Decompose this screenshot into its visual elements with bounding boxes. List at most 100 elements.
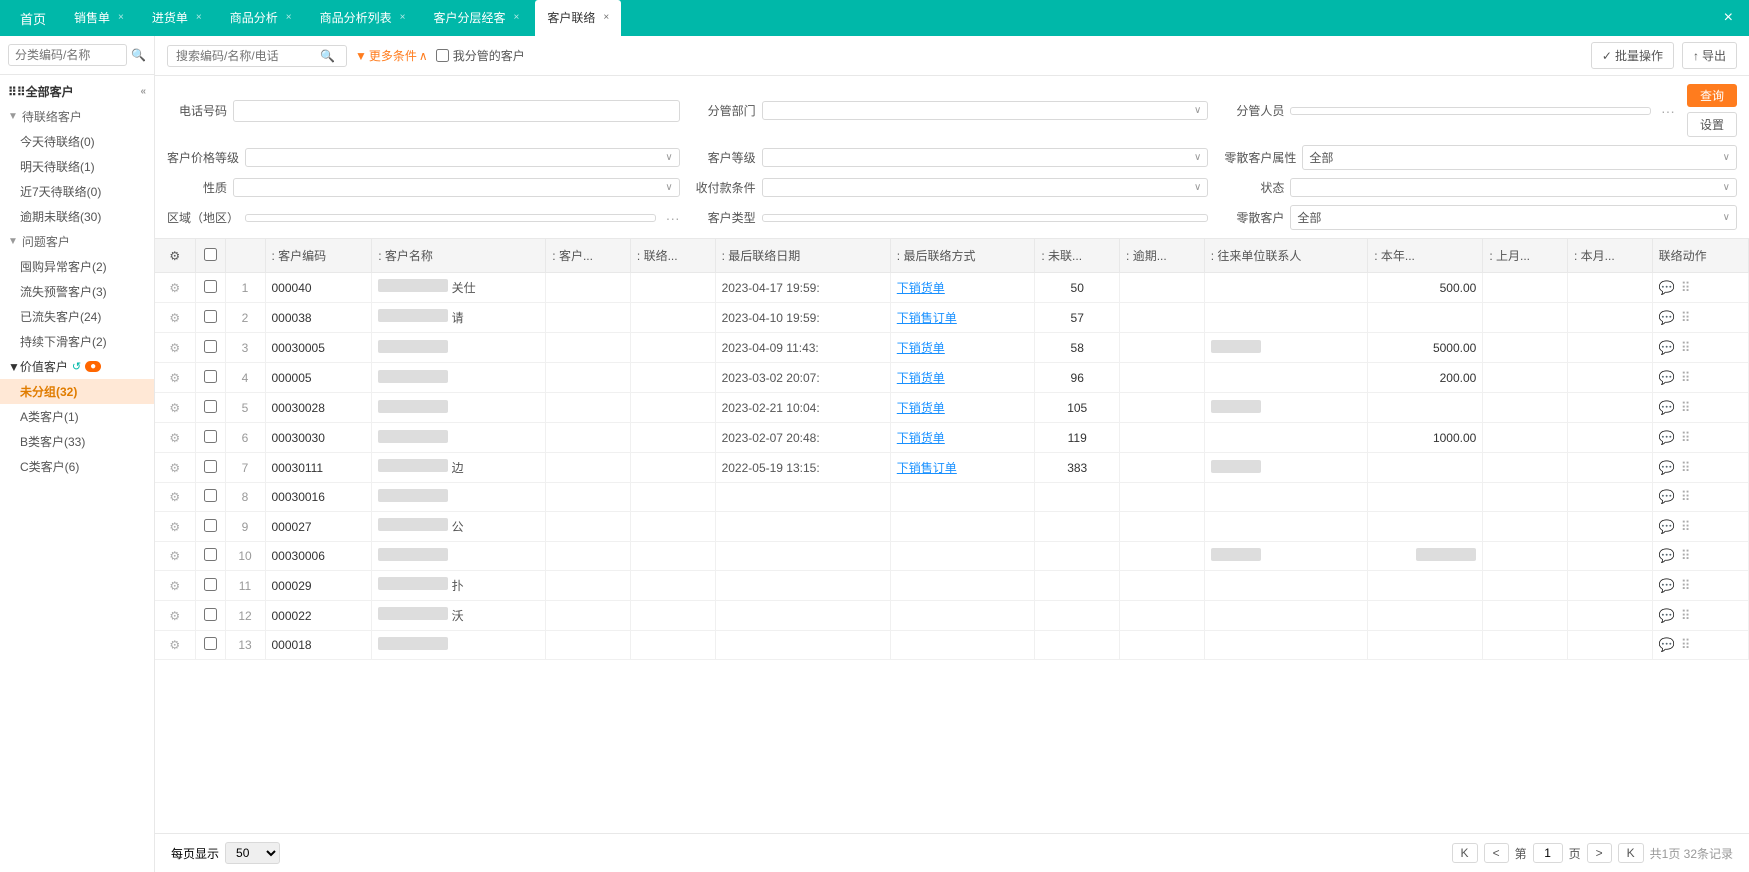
more-icon[interactable]: ⠿ xyxy=(1681,637,1691,653)
nav-home[interactable]: 首页 xyxy=(8,5,58,32)
row-checkbox[interactable] xyxy=(204,637,217,650)
check-cell[interactable] xyxy=(195,631,225,660)
nav-tab-analysis[interactable]: 商品分析 × xyxy=(218,0,304,36)
nav-tab-analysis-list[interactable]: 商品分析列表 × xyxy=(308,0,418,36)
payment-select[interactable]: ∨ xyxy=(762,178,1209,197)
gear-cell[interactable]: ⚙ xyxy=(155,453,195,483)
region-dots[interactable]: ··· xyxy=(666,210,680,226)
my-customers-check[interactable] xyxy=(436,49,449,62)
row-checkbox[interactable] xyxy=(204,519,217,532)
gear-cell[interactable]: ⚙ xyxy=(155,273,195,303)
all-customers-header[interactable]: ⠿ 全部客户 « xyxy=(0,75,154,104)
row-checkbox[interactable] xyxy=(204,340,217,353)
row-checkbox[interactable] xyxy=(204,578,217,591)
row-checkbox[interactable] xyxy=(204,548,217,561)
close-tab-customer-segment[interactable]: × xyxy=(513,4,519,32)
check-cell[interactable] xyxy=(195,333,225,363)
problem-group-header[interactable]: ▼ 问题客户 xyxy=(0,229,154,254)
main-search-input[interactable] xyxy=(176,49,316,63)
chat-icon[interactable]: 💬 xyxy=(1659,637,1675,653)
more-icon[interactable]: ⠿ xyxy=(1681,489,1691,505)
gender-select[interactable]: ∨ xyxy=(233,178,680,197)
col-type-header[interactable]: : 客户... xyxy=(546,239,631,273)
close-tab-purchase[interactable]: × xyxy=(196,4,202,32)
chat-icon[interactable]: 💬 xyxy=(1659,430,1675,446)
col-last-month-header[interactable]: : 上月... xyxy=(1483,239,1568,273)
col-contact-person-header[interactable]: : 往来单位联系人 xyxy=(1204,239,1368,273)
gear-cell[interactable]: ⚙ xyxy=(155,571,195,601)
col-name-header[interactable]: : 客户名称 xyxy=(372,239,546,273)
customer-type-select[interactable] xyxy=(762,214,1209,222)
check-cell[interactable] xyxy=(195,542,225,571)
sidebar-item-c-class[interactable]: C类客户(6) xyxy=(0,454,154,479)
more-conditions-btn[interactable]: ▼ 更多条件 ∧ xyxy=(355,47,428,64)
retail-attr-select[interactable]: 全部 ∨ xyxy=(1302,145,1737,170)
check-cell[interactable] xyxy=(195,423,225,453)
row-checkbox[interactable] xyxy=(204,310,217,323)
row-checkbox[interactable] xyxy=(204,280,217,293)
more-icon[interactable]: ⠿ xyxy=(1681,340,1691,356)
check-cell[interactable] xyxy=(195,363,225,393)
sidebar-search-input[interactable] xyxy=(8,44,127,66)
row-last-method[interactable] xyxy=(890,512,1035,542)
gear-cell[interactable]: ⚙ xyxy=(155,303,195,333)
gear-cell[interactable]: ⚙ xyxy=(155,333,195,363)
close-tab-analysis[interactable]: × xyxy=(286,4,292,32)
phone-input[interactable] xyxy=(233,100,680,122)
col-settings[interactable]: ⚙ xyxy=(155,239,195,273)
sidebar-item-b-class[interactable]: B类客户(33) xyxy=(0,429,154,454)
chat-icon[interactable]: 💬 xyxy=(1659,310,1675,326)
nav-tab-customer-contact[interactable]: 客户联络 × xyxy=(535,0,621,36)
my-customers-checkbox[interactable]: 我分管的客户 xyxy=(436,47,525,64)
sidebar-item-ungrouped[interactable]: 未分组(32) xyxy=(0,379,154,404)
sidebar-item-overdue[interactable]: 逾期未联络(30) xyxy=(0,204,154,229)
export-btn[interactable]: ↑ 导出 xyxy=(1682,42,1737,69)
col-code-header[interactable]: : 客户编码 xyxy=(265,239,372,273)
gear-cell[interactable]: ⚙ xyxy=(155,483,195,512)
more-icon[interactable]: ⠿ xyxy=(1681,310,1691,326)
last-page-btn[interactable]: K xyxy=(1618,843,1644,863)
check-cell[interactable] xyxy=(195,453,225,483)
more-icon[interactable]: ⠿ xyxy=(1681,400,1691,416)
row-last-method[interactable] xyxy=(890,571,1035,601)
check-all-box[interactable] xyxy=(204,248,217,261)
gear-cell[interactable]: ⚙ xyxy=(155,601,195,631)
sidebar-item-churned[interactable]: 已流失客户(24) xyxy=(0,304,154,329)
check-cell[interactable] xyxy=(195,601,225,631)
row-checkbox[interactable] xyxy=(204,489,217,502)
row-last-method[interactable] xyxy=(890,483,1035,512)
next-page-btn[interactable]: > xyxy=(1587,843,1612,863)
row-last-method[interactable]: 下销货单 xyxy=(890,333,1035,363)
row-last-method[interactable]: 下销货单 xyxy=(890,393,1035,423)
row-last-method[interactable]: 下销售订单 xyxy=(890,303,1035,333)
chat-icon[interactable]: 💬 xyxy=(1659,519,1675,535)
chat-icon[interactable]: 💬 xyxy=(1659,578,1675,594)
sidebar-item-declining[interactable]: 持续下滑客户(2) xyxy=(0,329,154,354)
chat-icon[interactable]: 💬 xyxy=(1659,370,1675,386)
row-last-method[interactable] xyxy=(890,601,1035,631)
gear-cell[interactable]: ⚙ xyxy=(155,423,195,453)
region-select[interactable] xyxy=(245,214,656,222)
gear-cell[interactable]: ⚙ xyxy=(155,542,195,571)
more-icon[interactable]: ⠿ xyxy=(1681,430,1691,446)
chat-icon[interactable]: 💬 xyxy=(1659,548,1675,564)
chat-icon[interactable]: 💬 xyxy=(1659,460,1675,476)
collapse-icon[interactable]: « xyxy=(140,86,146,97)
more-icon[interactable]: ⠿ xyxy=(1681,608,1691,624)
gear-cell[interactable]: ⚙ xyxy=(155,512,195,542)
chat-icon[interactable]: 💬 xyxy=(1659,400,1675,416)
dept-select[interactable]: ∨ xyxy=(762,101,1209,120)
more-icon[interactable]: ⠿ xyxy=(1681,548,1691,564)
col-overdue-header[interactable]: : 逾期... xyxy=(1120,239,1205,273)
close-tab-sales[interactable]: × xyxy=(118,4,124,32)
check-cell[interactable] xyxy=(195,303,225,333)
row-last-method[interactable]: 下销售订单 xyxy=(890,453,1035,483)
nav-tab-customer-segment[interactable]: 客户分层经客 × xyxy=(421,0,531,36)
row-checkbox[interactable] xyxy=(204,430,217,443)
chat-icon[interactable]: 💬 xyxy=(1659,489,1675,505)
row-checkbox[interactable] xyxy=(204,400,217,413)
row-checkbox[interactable] xyxy=(204,608,217,621)
row-last-method[interactable] xyxy=(890,542,1035,571)
row-checkbox[interactable] xyxy=(204,460,217,473)
row-last-method[interactable]: 下销货单 xyxy=(890,273,1035,303)
